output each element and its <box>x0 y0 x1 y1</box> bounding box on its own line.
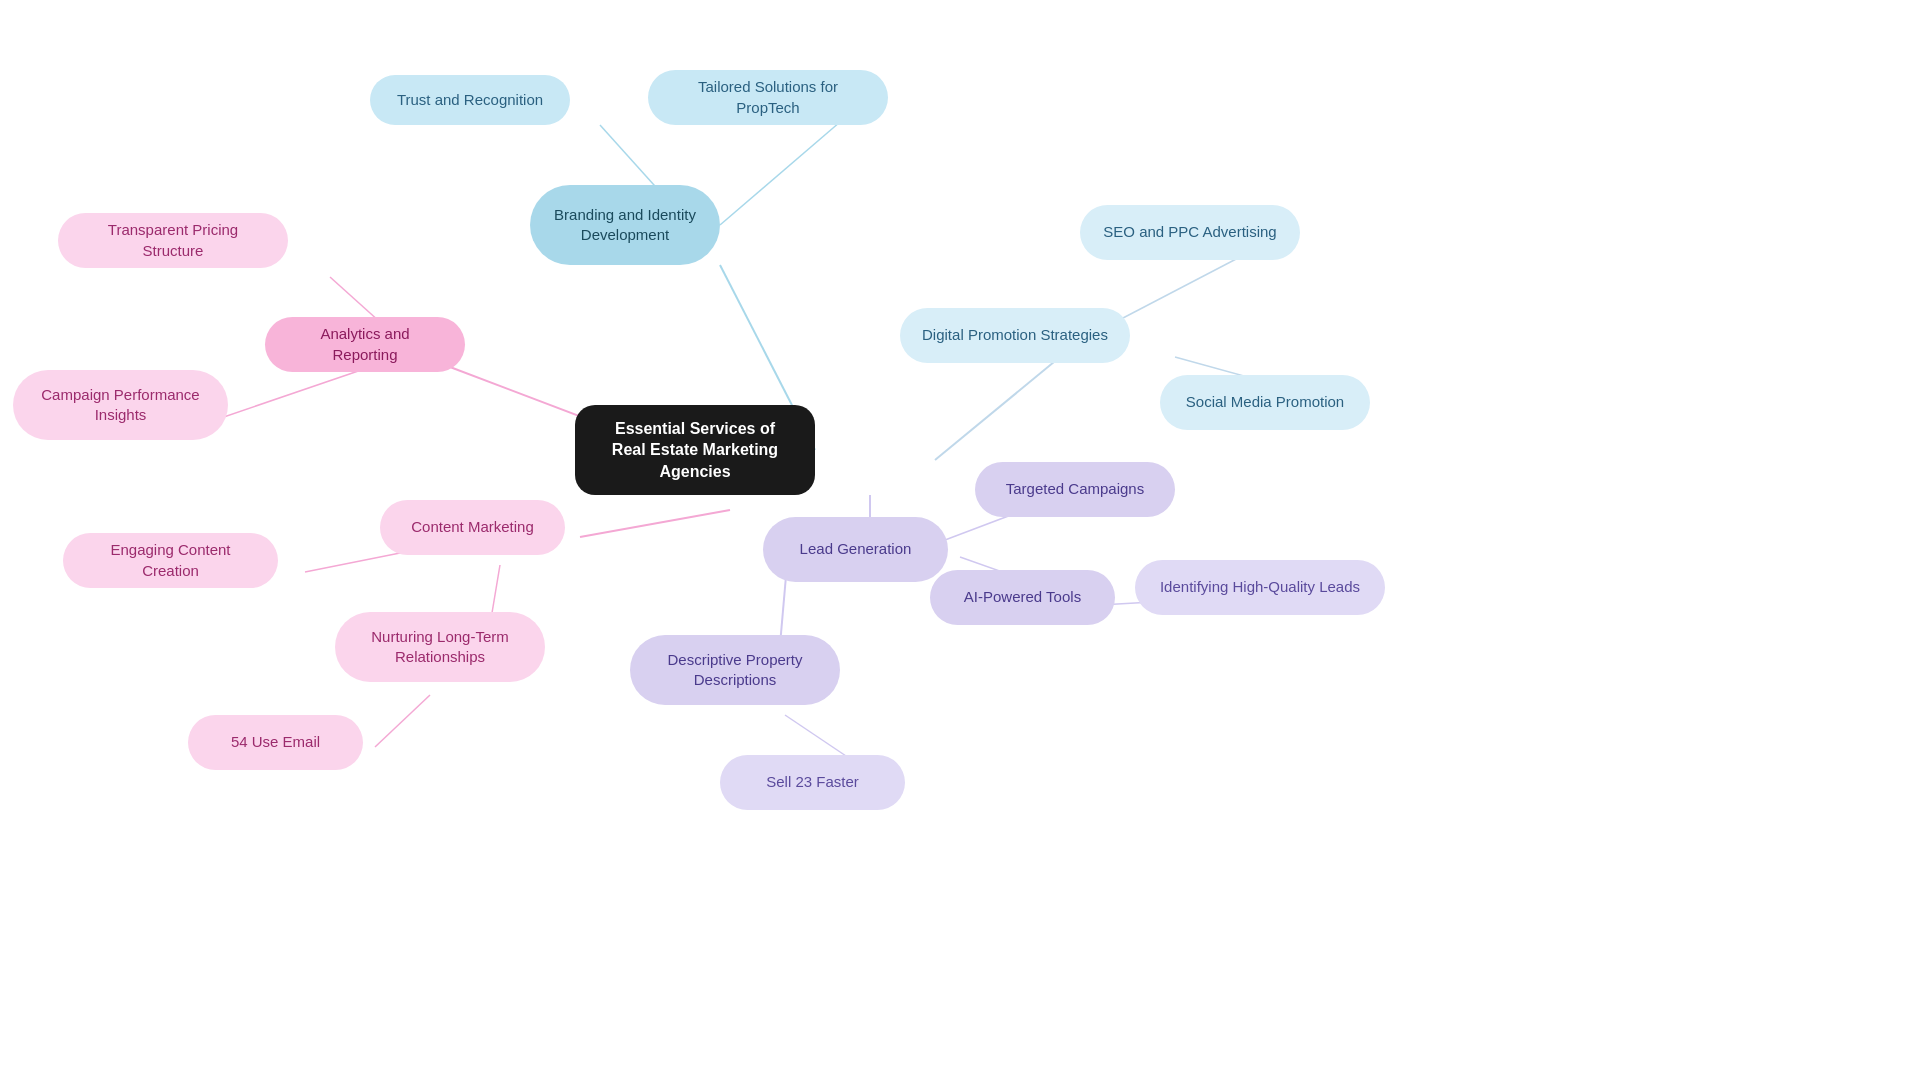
svg-line-13 <box>580 510 730 537</box>
campaign-node: Campaign Performance Insights <box>13 370 228 440</box>
center-node: Essential Services of Real Estate Market… <box>575 405 815 495</box>
leadgen-node: Lead Generation <box>763 517 948 582</box>
descriptive-node: Descriptive Property Descriptions <box>630 635 840 705</box>
digital-node: Digital Promotion Strategies <box>900 308 1130 363</box>
svg-line-16 <box>375 695 430 747</box>
seo-node: SEO and PPC Advertising <box>1080 205 1300 260</box>
transparent-node: Transparent Pricing Structure <box>58 213 288 268</box>
engaging-node: Engaging Content Creation <box>63 533 278 588</box>
nurturing-node: Nurturing Long-Term Relationships <box>335 612 545 682</box>
content-node: Content Marketing <box>380 500 565 555</box>
svg-line-18 <box>785 715 852 760</box>
svg-line-5 <box>215 367 370 420</box>
social-node: Social Media Promotion <box>1160 375 1370 430</box>
aipowered-node: AI-Powered Tools <box>930 570 1115 625</box>
targeted-node: Targeted Campaigns <box>975 462 1175 517</box>
analytics-node: Analytics and Reporting <box>265 317 465 372</box>
tailored-node: Tailored Solutions for PropTech <box>648 70 888 125</box>
svg-line-6 <box>935 357 1060 460</box>
email-node: 54 Use Email <box>188 715 363 770</box>
sell-node: Sell 23 Faster <box>720 755 905 810</box>
branding-node: Branding and Identity Development <box>530 185 720 265</box>
svg-line-2 <box>720 122 840 225</box>
identifying-node: Identifying High-Quality Leads <box>1135 560 1385 615</box>
trust-node: Trust and Recognition <box>370 75 570 125</box>
